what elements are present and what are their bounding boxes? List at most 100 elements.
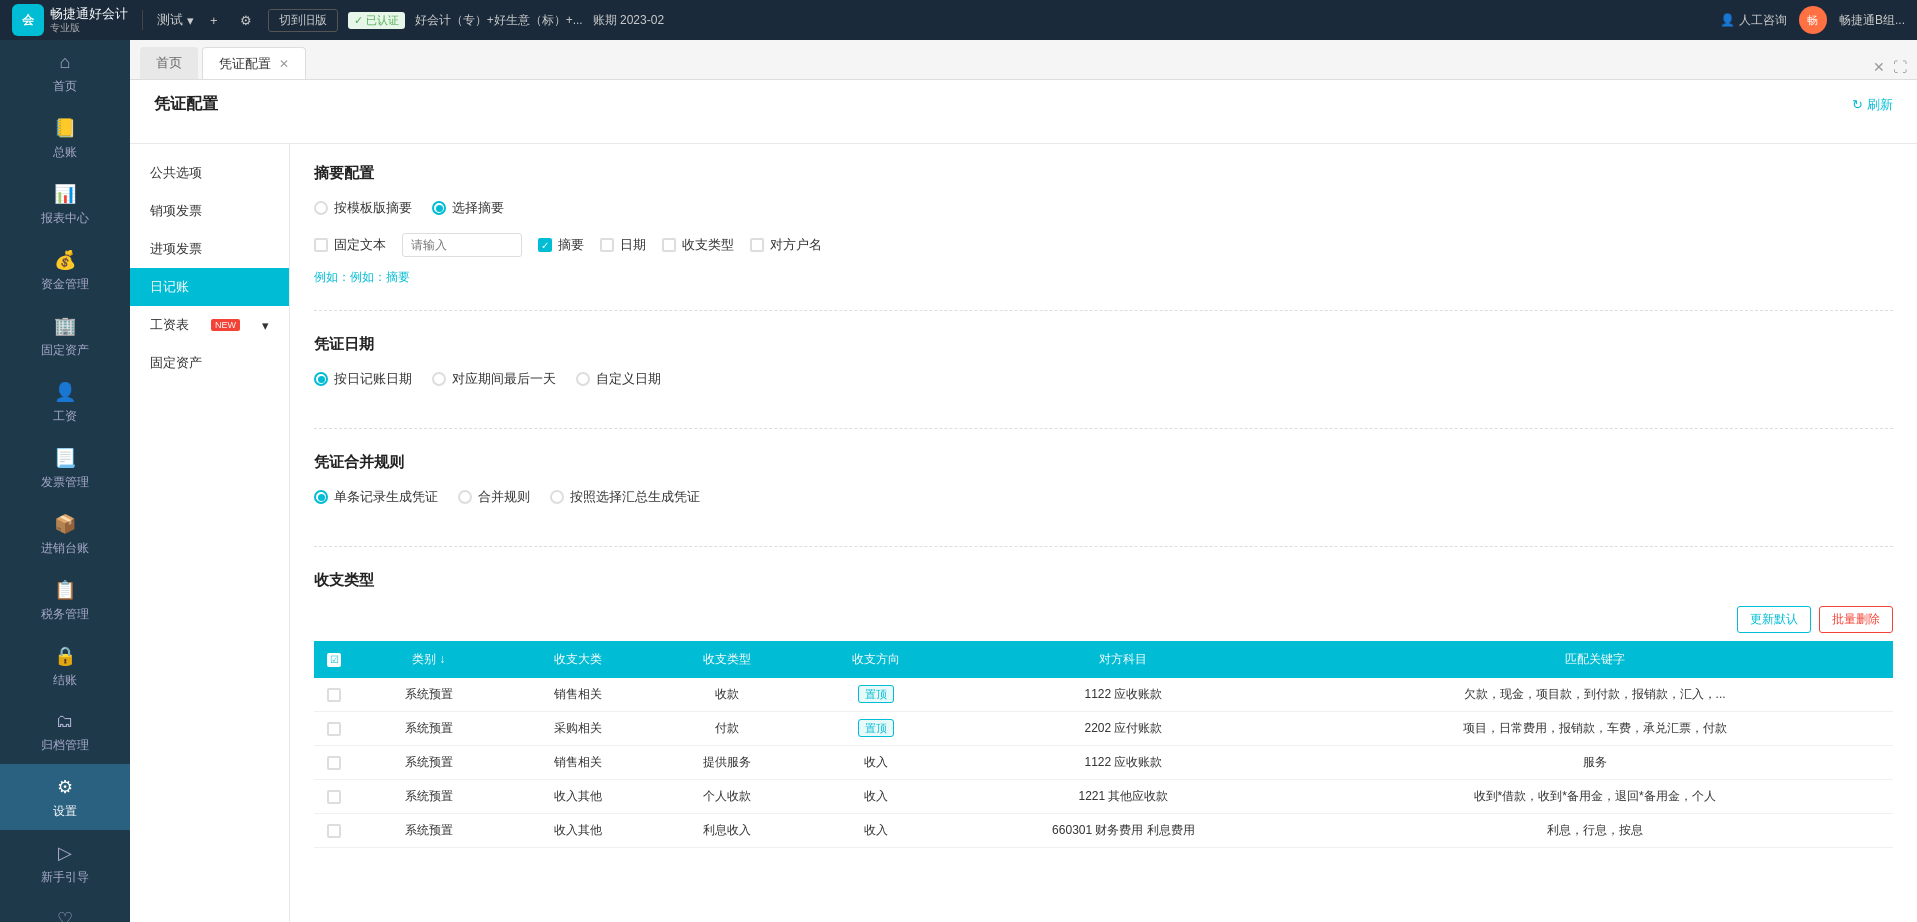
td-account-4: 660301 财务费用 利息费用 bbox=[951, 814, 1296, 848]
batch-delete-button[interactable]: 批量删除 bbox=[1819, 606, 1893, 633]
window-maximize-button[interactable]: ⛶ bbox=[1893, 59, 1907, 75]
logo: 会 畅捷通好会计 专业版 bbox=[12, 4, 128, 36]
th-category[interactable]: 类别 ↓ bbox=[354, 641, 503, 678]
left-nav-item-payroll[interactable]: 工资表 NEW ▾ bbox=[130, 306, 289, 344]
merge-rules-radio-group: 单条记录生成凭证 合并规则 按照选择汇总生成凭证 bbox=[314, 488, 1893, 506]
tab-home[interactable]: 首页 bbox=[140, 47, 198, 79]
sidebar-item-settings[interactable]: ⚙ 设置 bbox=[0, 764, 130, 830]
radio-single[interactable]: 单条记录生成凭证 bbox=[314, 488, 438, 506]
td-type-2: 提供服务 bbox=[652, 746, 801, 780]
td-check-3[interactable] bbox=[314, 780, 354, 814]
sidebar-item-ledger[interactable]: 📒 总账 bbox=[0, 105, 130, 171]
reset-tag-1[interactable]: 置顶 bbox=[858, 719, 894, 737]
tab-voucher-config[interactable]: 凭证配置 ✕ bbox=[202, 47, 306, 79]
radio-circle-select bbox=[432, 201, 446, 215]
td-type-4: 利息收入 bbox=[652, 814, 801, 848]
td-check-2[interactable] bbox=[314, 746, 354, 780]
sidebar-item-member[interactable]: ♡ 畅会员 bbox=[0, 896, 130, 922]
company-selector[interactable]: 测试 ▾ bbox=[157, 11, 194, 29]
left-nav-item-fixed-assets[interactable]: 固定资产 bbox=[130, 344, 289, 382]
td-keyword-0: 欠款，现金，项目款，到付款，报销款，汇入，... bbox=[1296, 678, 1893, 712]
left-nav-item-public[interactable]: 公共选项 bbox=[130, 154, 289, 192]
checkbox-counterparty[interactable]: 对方户名 bbox=[750, 236, 822, 254]
sidebar-item-close[interactable]: 🔒 结账 bbox=[0, 633, 130, 699]
checkbox-box-fixed-text bbox=[314, 238, 328, 252]
sidebar-item-purchase-sale[interactable]: 📦 进销台账 bbox=[0, 501, 130, 567]
radio-merge[interactable]: 合并规则 bbox=[458, 488, 530, 506]
td-direction-4: 收入 bbox=[802, 814, 951, 848]
table-row: 系统预置 收入其他 利息收入 收入 660301 财务费用 利息费用 利息，行息… bbox=[314, 814, 1893, 848]
radio-circle-summary-gen bbox=[550, 490, 564, 504]
td-major-3: 收入其他 bbox=[503, 780, 652, 814]
fixed-text-input[interactable] bbox=[402, 233, 522, 257]
table-header-row: ☑ 类别 ↓ 收支大类 收支类型 收支方向 对方科目 bbox=[314, 641, 1893, 678]
td-check-0[interactable] bbox=[314, 678, 354, 712]
left-nav-item-purchase-invoice[interactable]: 进项发票 bbox=[130, 230, 289, 268]
switch-old-version-button[interactable]: 切到旧版 bbox=[268, 9, 338, 32]
voucher-date-title: 凭证日期 bbox=[314, 335, 1893, 354]
sidebar-item-fund[interactable]: 💰 资金管理 bbox=[0, 237, 130, 303]
td-category-4: 系统预置 bbox=[354, 814, 503, 848]
sidebar-item-report[interactable]: 📊 报表中心 bbox=[0, 171, 130, 237]
checkbox-box-summary: ✓ bbox=[538, 238, 552, 252]
left-nav-item-journal[interactable]: 日记账 bbox=[130, 268, 289, 306]
td-account-3: 1221 其他应收款 bbox=[951, 780, 1296, 814]
sidebar-item-archive[interactable]: 🗂 归档管理 bbox=[0, 699, 130, 764]
body-row: 公共选项 销项发票 进项发票 日记账 工资表 NEW ▾ 固定资产 bbox=[130, 144, 1917, 922]
th-check[interactable]: ☑ bbox=[314, 641, 354, 678]
radio-journal-date[interactable]: 按日记账日期 bbox=[314, 370, 412, 388]
income-expense-table: ☑ 类别 ↓ 收支大类 收支类型 收支方向 对方科目 bbox=[314, 641, 1893, 848]
logo-icon: 会 bbox=[12, 4, 44, 36]
radio-template[interactable]: 按模板版摘要 bbox=[314, 199, 412, 217]
window-close-button[interactable]: ✕ bbox=[1873, 59, 1885, 75]
service-button[interactable]: 👤 人工咨询 bbox=[1720, 12, 1787, 29]
td-check-4[interactable] bbox=[314, 814, 354, 848]
checkbox-box-date bbox=[600, 238, 614, 252]
reset-tag-0[interactable]: 置顶 bbox=[858, 685, 894, 703]
update-default-button[interactable]: 更新默认 bbox=[1737, 606, 1811, 633]
merge-rules-title: 凭证合并规则 bbox=[314, 453, 1893, 472]
sidebar-item-home[interactable]: ⌂ 首页 bbox=[0, 40, 130, 105]
add-button[interactable]: + bbox=[204, 13, 224, 28]
checkbox-type[interactable]: 收支类型 bbox=[662, 236, 734, 254]
td-check-1[interactable] bbox=[314, 712, 354, 746]
voucher-date-section: 凭证日期 按日记账日期 对应期间最后一天 自定义日期 bbox=[314, 335, 1893, 429]
topbar: 会 畅捷通好会计 专业版 测试 ▾ + ⚙ 切到旧版 ✓ 已认证 好会计（专）+… bbox=[0, 0, 1917, 40]
merge-rules-section: 凭证合并规则 单条记录生成凭证 合并规则 按照选择汇总生成凭证 bbox=[314, 453, 1893, 547]
table-row: 系统预置 采购相关 付款 置顶 2202 应付账款 项目，日常费用，报销款，车费… bbox=[314, 712, 1893, 746]
td-major-2: 销售相关 bbox=[503, 746, 652, 780]
ledger-icon: 📒 bbox=[54, 117, 76, 139]
td-major-1: 采购相关 bbox=[503, 712, 652, 746]
avatar: 畅 bbox=[1799, 6, 1827, 34]
radio-circle-period-last bbox=[432, 372, 446, 386]
checkbox-fixed-text[interactable]: 固定文本 bbox=[314, 236, 386, 254]
invoice-icon: 📃 bbox=[54, 447, 76, 469]
th-keyword: 匹配关键字 bbox=[1296, 641, 1893, 678]
radio-select[interactable]: 选择摘要 bbox=[432, 199, 504, 217]
td-direction-1: 置顶 bbox=[802, 712, 951, 746]
radio-circle-template bbox=[314, 201, 328, 215]
td-keyword-2: 服务 bbox=[1296, 746, 1893, 780]
sidebar-item-guide[interactable]: ▷ 新手引导 bbox=[0, 830, 130, 896]
sidebar-item-fixed-assets[interactable]: 🏢 固定资产 bbox=[0, 303, 130, 369]
radio-period-last[interactable]: 对应期间最后一天 bbox=[432, 370, 556, 388]
radio-summary-gen[interactable]: 按照选择汇总生成凭证 bbox=[550, 488, 700, 506]
left-nav-item-sales-invoice[interactable]: 销项发票 bbox=[130, 192, 289, 230]
fixed-assets-icon: 🏢 bbox=[54, 315, 76, 337]
settings-icon[interactable]: ⚙ bbox=[234, 13, 258, 28]
username: 畅捷通B组... bbox=[1839, 12, 1905, 29]
th-major: 收支大类 bbox=[503, 641, 652, 678]
tab-close-button[interactable]: ✕ bbox=[279, 57, 289, 71]
sidebar-item-invoice[interactable]: 📃 发票管理 bbox=[0, 435, 130, 501]
sidebar-item-tax[interactable]: 📋 税务管理 bbox=[0, 567, 130, 633]
income-expense-title: 收支类型 bbox=[314, 571, 1893, 590]
checkbox-date[interactable]: 日期 bbox=[600, 236, 646, 254]
page-header: 凭证配置 ↻ 刷新 bbox=[130, 80, 1917, 144]
radio-custom-date[interactable]: 自定义日期 bbox=[576, 370, 661, 388]
checkbox-summary[interactable]: ✓ 摘要 bbox=[538, 236, 584, 254]
refresh-button[interactable]: ↻ 刷新 bbox=[1852, 96, 1893, 128]
salary-icon: 👤 bbox=[54, 381, 76, 403]
sidebar: ⌂ 首页 📒 总账 📊 报表中心 💰 资金管理 🏢 固定资产 👤 工资 📃 发票… bbox=[0, 40, 130, 922]
sidebar-item-salary[interactable]: 👤 工资 bbox=[0, 369, 130, 435]
summary-checkbox-row: 固定文本 ✓ 摘要 日期 收支类型 bbox=[314, 233, 1893, 257]
